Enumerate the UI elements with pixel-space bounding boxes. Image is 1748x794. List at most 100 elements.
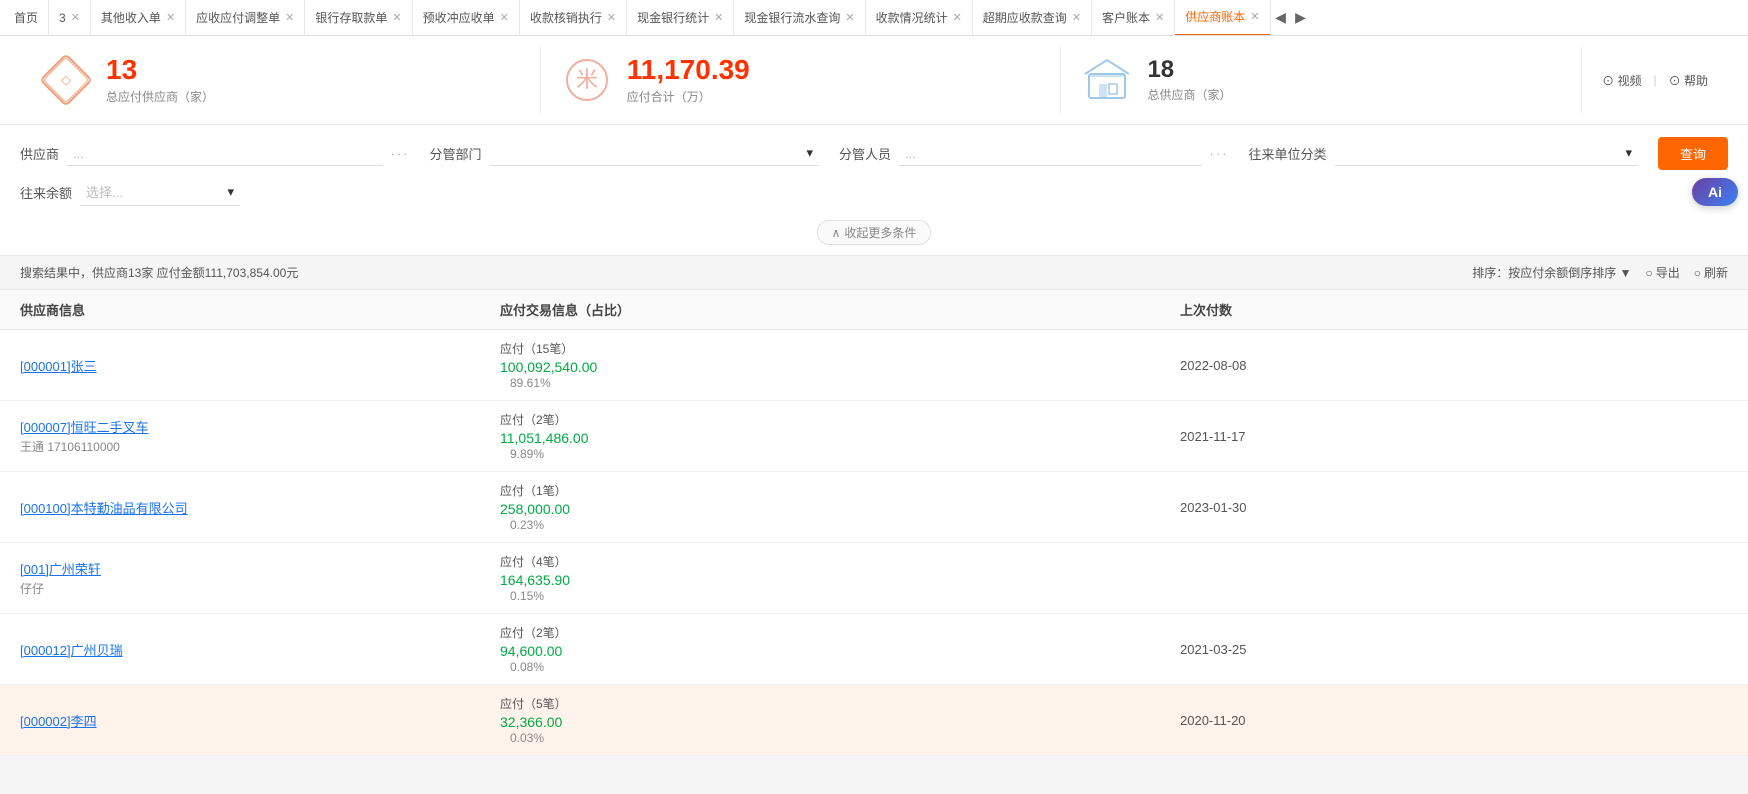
- nav-tab-overdue-label: 超期应收款查询: [983, 9, 1067, 26]
- result-summary: 搜索结果中，供应商13家 应付金额111,703,854.00元: [20, 264, 298, 281]
- export-label: 导出: [1656, 264, 1680, 281]
- stat-total-suppliers-text: 18 总供应商（家）: [1147, 58, 1231, 103]
- nav-tab-bank-deposit[interactable]: 银行存取款单 ✕: [305, 0, 412, 36]
- chevron-up-icon: ∧: [832, 226, 841, 240]
- supplier-link[interactable]: [001]广州荣轩: [20, 559, 500, 578]
- data-table: 供应商信息 应付交易信息（占比） 上次付数 [000001]张三 应付（15笔）…: [0, 290, 1748, 756]
- nav-tab-other-income-close[interactable]: ✕: [166, 11, 175, 24]
- nav-tab-prepay-close[interactable]: ✕: [500, 11, 509, 24]
- table-row: [000100]本特勤油品有限公司 应付（1笔） 258,000.00 0.23…: [0, 472, 1748, 543]
- nav-tab-adjust-close[interactable]: ✕: [285, 11, 294, 24]
- stat-payable-suppliers-text: 13 总应付供应商（家）: [106, 56, 214, 105]
- nav-tab-customer-book-close[interactable]: ✕: [1155, 11, 1164, 24]
- tx-amount[interactable]: 164,635.90: [500, 572, 1180, 588]
- refresh-button[interactable]: ○ 刷新: [1694, 264, 1728, 281]
- stat-payable-amount-label: 应付合计（万）: [627, 88, 750, 105]
- nav-tab-customer-book-label: 客户账本: [1102, 9, 1150, 26]
- nav-tab-3[interactable]: 3 ✕: [49, 0, 91, 36]
- table-row: [001]广州荣轩 仔仔 应付（4笔） 164,635.90 0.15%: [0, 543, 1748, 614]
- nav-tab-prepay-label: 预收冲应收单: [423, 9, 495, 26]
- transaction-info: 应付（15笔） 100,092,540.00: [500, 340, 1180, 375]
- supplier-link[interactable]: [000100]本特勤油品有限公司: [20, 498, 500, 517]
- lastpay-cell: 2021-03-25: [1180, 642, 1728, 657]
- nav-tab-overdue[interactable]: 超期应收款查询 ✕: [973, 0, 1092, 36]
- tx-amount[interactable]: 100,092,540.00: [500, 359, 1180, 375]
- stat-total-suppliers-label: 总供应商（家）: [1147, 86, 1231, 103]
- nav-tab-bank-deposit-label: 银行存取款单: [315, 9, 387, 26]
- nav-tab-other-income[interactable]: 其他收入单 ✕: [91, 0, 186, 36]
- help-area: ⊙ 视频 | ⊙ 帮助: [1582, 72, 1728, 89]
- nav-tab-supplier-book-close[interactable]: ✕: [1250, 10, 1259, 23]
- video-link[interactable]: ⊙ 视频: [1602, 72, 1641, 89]
- tx-amount[interactable]: 258,000.00: [500, 501, 1180, 517]
- last-pay-date: 2020-11-20: [1180, 713, 1246, 728]
- nav-tab-home[interactable]: 首页: [4, 0, 49, 36]
- tx-amount[interactable]: 32,366.00: [500, 714, 1180, 730]
- export-icon: ○: [1645, 266, 1652, 280]
- nav-tab-customer-book[interactable]: 客户账本 ✕: [1092, 0, 1175, 36]
- filter-person: 分管人员 ···: [839, 142, 1229, 166]
- supplier-link[interactable]: [000007]恒旺二手叉车: [20, 417, 500, 436]
- nav-tab-receipt-verify-label: 收款核销执行: [530, 9, 602, 26]
- tx-amount[interactable]: 94,600.00: [500, 643, 1180, 659]
- transaction-info: 应付（2笔） 11,051,486.00: [500, 411, 1180, 446]
- table-row: [000007]恒旺二手叉车 王通 17106110000 应付（2笔） 11,…: [0, 401, 1748, 472]
- filter-person-input[interactable]: [899, 142, 1201, 166]
- nav-tab-receipt-verify[interactable]: 收款核销执行 ✕: [520, 0, 627, 36]
- filter-balance: 往来余额 选择... ▾: [20, 178, 240, 206]
- table-body: [000001]张三 应付（15笔） 100,092,540.00 89.61%…: [0, 330, 1748, 756]
- filter-department-label: 分管部门: [430, 144, 482, 163]
- transaction-info: 应付（2笔） 94,600.00: [500, 624, 1180, 659]
- nav-tab-receipt-stat[interactable]: 收款情况统计 ✕: [866, 0, 973, 36]
- tx-label: 应付（4笔）: [500, 553, 1180, 570]
- filter-department-select[interactable]: ▾: [490, 141, 819, 166]
- nav-tab-receipt-stat-close[interactable]: ✕: [953, 11, 962, 24]
- stat-total-suppliers: 18 总供应商（家）: [1061, 46, 1582, 114]
- tx-amount[interactable]: 11,051,486.00: [500, 430, 1180, 446]
- filter-category-select[interactable]: ▾: [1335, 141, 1638, 166]
- filter-area: 供应商 ··· 分管部门 ▾ 分管人员 ··· 往来单位分类 ▾ 查询: [0, 125, 1748, 256]
- last-pay-date: 2021-03-25: [1180, 642, 1247, 657]
- tx-percent: 9.89%: [510, 447, 544, 461]
- nav-tab-cash-flow[interactable]: 现金银行流水查询 ✕: [734, 0, 865, 36]
- nav-tab-prepay[interactable]: 预收冲应收单 ✕: [413, 0, 520, 36]
- filter-category: 往来单位分类 ▾: [1249, 141, 1639, 166]
- sort-control[interactable]: 排序：按应付余额倒序排序 ▼: [1472, 264, 1631, 281]
- search-button[interactable]: 查询: [1658, 137, 1728, 170]
- filter-category-label: 往来单位分类: [1249, 144, 1327, 163]
- supplier-picker-icon[interactable]: ···: [391, 146, 410, 161]
- ai-button[interactable]: Ai: [1692, 178, 1738, 206]
- supplier-cell: [000007]恒旺二手叉车 王通 17106110000: [20, 417, 500, 455]
- person-picker-icon[interactable]: ···: [1210, 146, 1229, 161]
- sort-icon: ▼: [1620, 266, 1632, 280]
- filter-balance-select[interactable]: 选择... ▾: [80, 178, 240, 206]
- table-row: [000012]广州贝瑞 应付（2笔） 94,600.00 0.08% 2021…: [0, 614, 1748, 685]
- tx-label: 应付（15笔）: [500, 340, 1180, 357]
- filter-person-label: 分管人员: [839, 144, 891, 163]
- stat-payable-amount: 米 11,170.39 应付合计（万）: [541, 46, 1062, 114]
- nav-tab-bank-deposit-close[interactable]: ✕: [392, 11, 401, 24]
- supplier-link[interactable]: [000002]李四: [20, 711, 500, 730]
- supplier-link[interactable]: [000012]广州贝瑞: [20, 640, 500, 659]
- lastpay-cell: 2021-11-17: [1180, 429, 1728, 444]
- nav-next-arrow[interactable]: ▶: [1291, 0, 1311, 36]
- filter-supplier-input[interactable]: [67, 142, 382, 166]
- stat-payable-suppliers-label: 总应付供应商（家）: [106, 88, 214, 105]
- nav-tab-receipt-verify-close[interactable]: ✕: [607, 11, 616, 24]
- nav-tab-adjust[interactable]: 应收应付调整单 ✕: [186, 0, 305, 36]
- result-actions: 排序：按应付余额倒序排序 ▼ ○ 导出 ○ 刷新: [1472, 264, 1728, 281]
- supplier-link[interactable]: [000001]张三: [20, 356, 500, 375]
- nav-tab-cash-stat[interactable]: 现金银行统计 ✕: [627, 0, 734, 36]
- nav-tab-cash-stat-close[interactable]: ✕: [714, 11, 723, 24]
- help-link[interactable]: ⊙ 帮助: [1669, 72, 1708, 89]
- nav-prev-arrow[interactable]: ◀: [1271, 0, 1291, 36]
- export-button[interactable]: ○ 导出: [1645, 264, 1679, 281]
- filter-balance-value: 选择...: [86, 182, 123, 201]
- nav-tab-cash-flow-close[interactable]: ✕: [845, 11, 854, 24]
- collapse-button[interactable]: ∧ 收起更多条件: [817, 220, 932, 245]
- nav-tab-supplier-book[interactable]: 供应商账本 ✕: [1175, 0, 1270, 36]
- nav-tab-3-close[interactable]: ✕: [71, 11, 80, 24]
- nav-tab-overdue-close[interactable]: ✕: [1072, 11, 1081, 24]
- stat-payable-amount-text: 11,170.39 应付合计（万）: [627, 56, 750, 105]
- rice-icon: 米: [561, 54, 613, 106]
